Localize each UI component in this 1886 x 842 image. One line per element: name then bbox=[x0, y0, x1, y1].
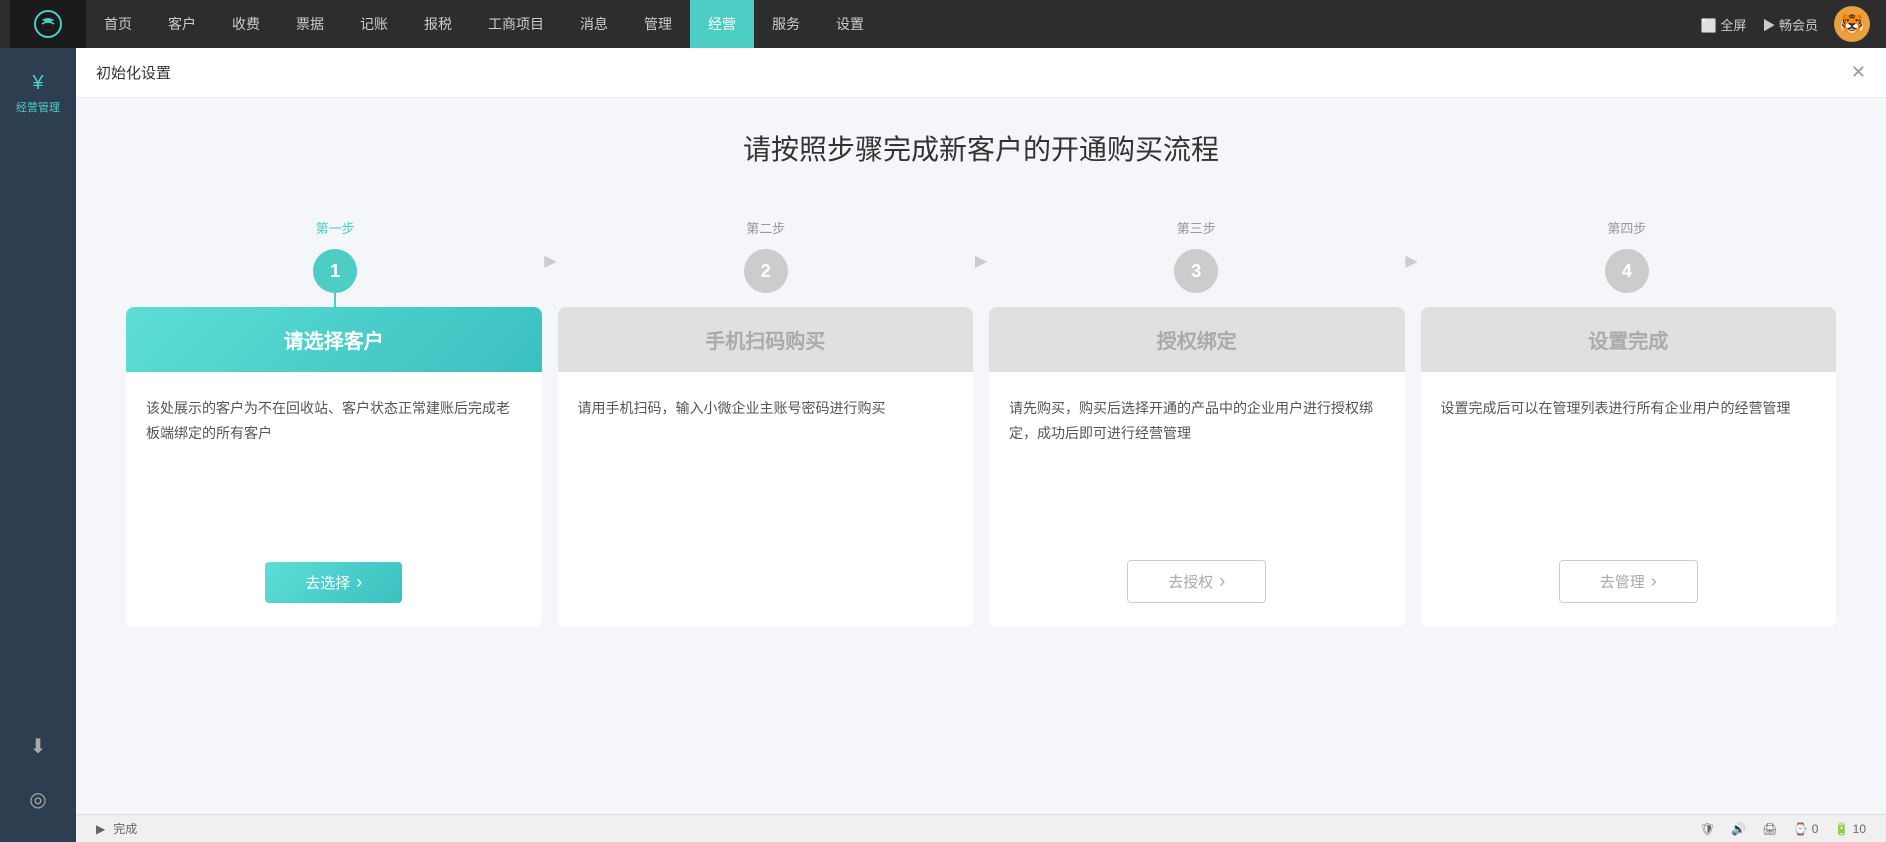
card-2-title: 手机扫码购买 bbox=[705, 331, 825, 353]
app-layout: ¥ 经营管理 ⬇ ◎ 初始化设置 ✕ 请按照步骤完成新客户的开通购买流程 bbox=[0, 48, 1886, 842]
nav-customer[interactable]: 客户 bbox=[150, 0, 214, 48]
download-icon: ⬇ bbox=[30, 734, 47, 759]
app-logo bbox=[10, 0, 86, 48]
card-2-header: 手机扫码购买 bbox=[558, 307, 974, 372]
card-4-btn-label: 去管理 bbox=[1600, 571, 1645, 592]
connector-2-3: ▶ bbox=[975, 251, 987, 293]
volume-icon: 🔊 bbox=[1731, 822, 1746, 836]
status-right: 🛡 🔊 🖨 ⌚ 0 🔋 10 bbox=[1700, 822, 1866, 836]
status-bar: ▶ 完成 🛡 🔊 🖨 ⌚ 0 🔋 10 bbox=[76, 814, 1886, 842]
card-3-body: 请先购买，购买后选择开通的产品中的企业用户进行授权绑定，成功后即可进行经营管理 bbox=[989, 372, 1405, 560]
step-4-col: 第四步 4 bbox=[1418, 218, 1836, 293]
step-1-circle: 1 bbox=[313, 249, 357, 293]
card-3-header: 授权绑定 bbox=[989, 307, 1405, 372]
card-1-body: 该处展示的客户为不在回收站、客户状态正常建账后完成老板端绑定的所有客户 bbox=[126, 372, 542, 562]
card-3-title: 授权绑定 bbox=[1157, 331, 1237, 353]
arrow-3-4: ▶ bbox=[1405, 251, 1417, 271]
card-1-title: 请选择客户 bbox=[284, 331, 384, 353]
card-2: 手机扫码购买 请用手机扫码，输入小微企业主账号密码进行购买 bbox=[558, 307, 974, 627]
sidebar-support[interactable]: ◎ bbox=[0, 773, 76, 826]
yuan-icon: ¥ bbox=[32, 72, 43, 95]
nav-settings[interactable]: 设置 bbox=[818, 0, 882, 48]
card-4-header: 设置完成 bbox=[1421, 307, 1837, 372]
arrow-2-3: ▶ bbox=[975, 251, 987, 271]
card-1: 请选择客户 该处展示的客户为不在回收站、客户状态正常建账后完成老板端绑定的所有客… bbox=[126, 307, 542, 627]
steps-row: 第一步 1 ▶ 第二步 2 bbox=[126, 218, 1836, 293]
step-4-circle: 4 bbox=[1605, 249, 1649, 293]
battery-status: 🔋 10 bbox=[1834, 822, 1866, 836]
nav-business-project[interactable]: 工商项目 bbox=[470, 0, 562, 48]
steps-section: 第一步 1 ▶ 第二步 2 bbox=[126, 218, 1836, 627]
step-4-label: 第四步 bbox=[1607, 218, 1646, 237]
card-3: 授权绑定 请先购买，购买后选择开通的产品中的企业用户进行授权绑定，成功后即可进行… bbox=[989, 307, 1405, 627]
nav-items: 首页 客户 收费 票据 记账 报税 工商项目 消息 管理 经营 服务 设置 bbox=[86, 0, 1701, 48]
print-icon: 🖨 bbox=[1762, 822, 1777, 836]
step-3-col: 第三步 3 bbox=[987, 218, 1405, 293]
step-1-col: 第一步 1 bbox=[126, 218, 544, 293]
page-title: 初始化设置 bbox=[96, 62, 171, 83]
sidebar-item-label: 经营管理 bbox=[16, 99, 60, 115]
nav-invoice[interactable]: 票据 bbox=[278, 0, 342, 48]
card-3-btn-arrow: › bbox=[1219, 571, 1225, 592]
step-3-label: 第三步 bbox=[1177, 218, 1216, 237]
card-3-btn-label: 去授权 bbox=[1168, 571, 1213, 592]
fullscreen-btn[interactable]: ⬜ 全屏 bbox=[1701, 15, 1747, 34]
status-text: 完成 bbox=[113, 820, 137, 837]
card-4-body: 设置完成后可以在管理列表进行所有企业用户的经营管理 bbox=[1421, 372, 1837, 560]
arrow-1-2: ▶ bbox=[544, 251, 556, 271]
card-4-btn-arrow: › bbox=[1651, 571, 1657, 592]
card-4-title: 设置完成 bbox=[1588, 331, 1668, 353]
nav-tax[interactable]: 报税 bbox=[406, 0, 470, 48]
step-2-label: 第二步 bbox=[746, 218, 785, 237]
main-big-title: 请按照步骤完成新客户的开通购买流程 bbox=[126, 128, 1836, 168]
card-1-btn-arrow: › bbox=[356, 572, 362, 593]
status-left: ▶ 完成 bbox=[96, 820, 137, 837]
main-area: 请按照步骤完成新客户的开通购买流程 第一步 1 ▶ bbox=[76, 98, 1886, 814]
connector-1-2: ▶ bbox=[544, 251, 556, 293]
connector-3-4: ▶ bbox=[1405, 251, 1417, 293]
card-3-footer: 去授权 › bbox=[989, 560, 1405, 627]
sidebar-item-operation[interactable]: ¥ 经营管理 bbox=[0, 58, 76, 129]
top-navigation: 首页 客户 收费 票据 记账 报税 工商项目 消息 管理 经营 服务 设置 ⬜ … bbox=[0, 0, 1886, 48]
step-1-label: 第一步 bbox=[316, 218, 355, 237]
nav-home[interactable]: 首页 bbox=[86, 0, 150, 48]
sidebar: ¥ 经营管理 ⬇ ◎ bbox=[0, 48, 76, 842]
clock-status: ⌚ 0 bbox=[1793, 822, 1818, 836]
step-2-col: 第二步 2 bbox=[557, 218, 975, 293]
card-1-btn[interactable]: 去选择 › bbox=[265, 562, 402, 603]
card-4: 设置完成 设置完成后可以在管理列表进行所有企业用户的经营管理 去管理 › bbox=[1421, 307, 1837, 627]
play-icon: ▶ bbox=[96, 822, 105, 836]
nav-manage[interactable]: 管理 bbox=[626, 0, 690, 48]
nav-right-actions: ⬜ 全屏 ▶ 畅会员 🐯 bbox=[1701, 6, 1886, 42]
card-1-footer: 去选择 › bbox=[126, 562, 542, 627]
nav-operation[interactable]: 经营 bbox=[690, 0, 754, 48]
step-2-circle: 2 bbox=[744, 249, 788, 293]
nav-message[interactable]: 消息 bbox=[562, 0, 626, 48]
vip-btn[interactable]: ▶ 畅会员 bbox=[1762, 15, 1818, 34]
nav-fee[interactable]: 收费 bbox=[214, 0, 278, 48]
card-4-btn[interactable]: 去管理 › bbox=[1559, 560, 1698, 603]
step-3-circle: 3 bbox=[1174, 249, 1218, 293]
card-4-footer: 去管理 › bbox=[1421, 560, 1837, 627]
nav-service[interactable]: 服务 bbox=[754, 0, 818, 48]
shield-icon: 🛡 bbox=[1700, 822, 1715, 836]
card-1-header: 请选择客户 bbox=[126, 307, 542, 372]
nav-accounting[interactable]: 记账 bbox=[342, 0, 406, 48]
card-3-btn[interactable]: 去授权 › bbox=[1127, 560, 1266, 603]
main-content: 初始化设置 ✕ 请按照步骤完成新客户的开通购买流程 第一步 1 bbox=[76, 48, 1886, 842]
card-2-body: 请用手机扫码，输入小微企业主账号密码进行购买 bbox=[558, 372, 974, 603]
user-avatar[interactable]: 🐯 bbox=[1834, 6, 1870, 42]
step-1-down-line bbox=[334, 291, 336, 307]
page-header: 初始化设置 ✕ bbox=[76, 48, 1886, 98]
card-1-btn-label: 去选择 bbox=[305, 572, 350, 593]
sidebar-bottom: ⬇ ◎ bbox=[0, 720, 76, 842]
card-2-footer bbox=[558, 603, 974, 627]
cards-row: 请选择客户 该处展示的客户为不在回收站、客户状态正常建账后完成老板端绑定的所有客… bbox=[126, 307, 1836, 627]
close-button[interactable]: ✕ bbox=[1851, 62, 1866, 83]
support-icon: ◎ bbox=[29, 787, 46, 812]
sidebar-download[interactable]: ⬇ bbox=[0, 720, 76, 773]
